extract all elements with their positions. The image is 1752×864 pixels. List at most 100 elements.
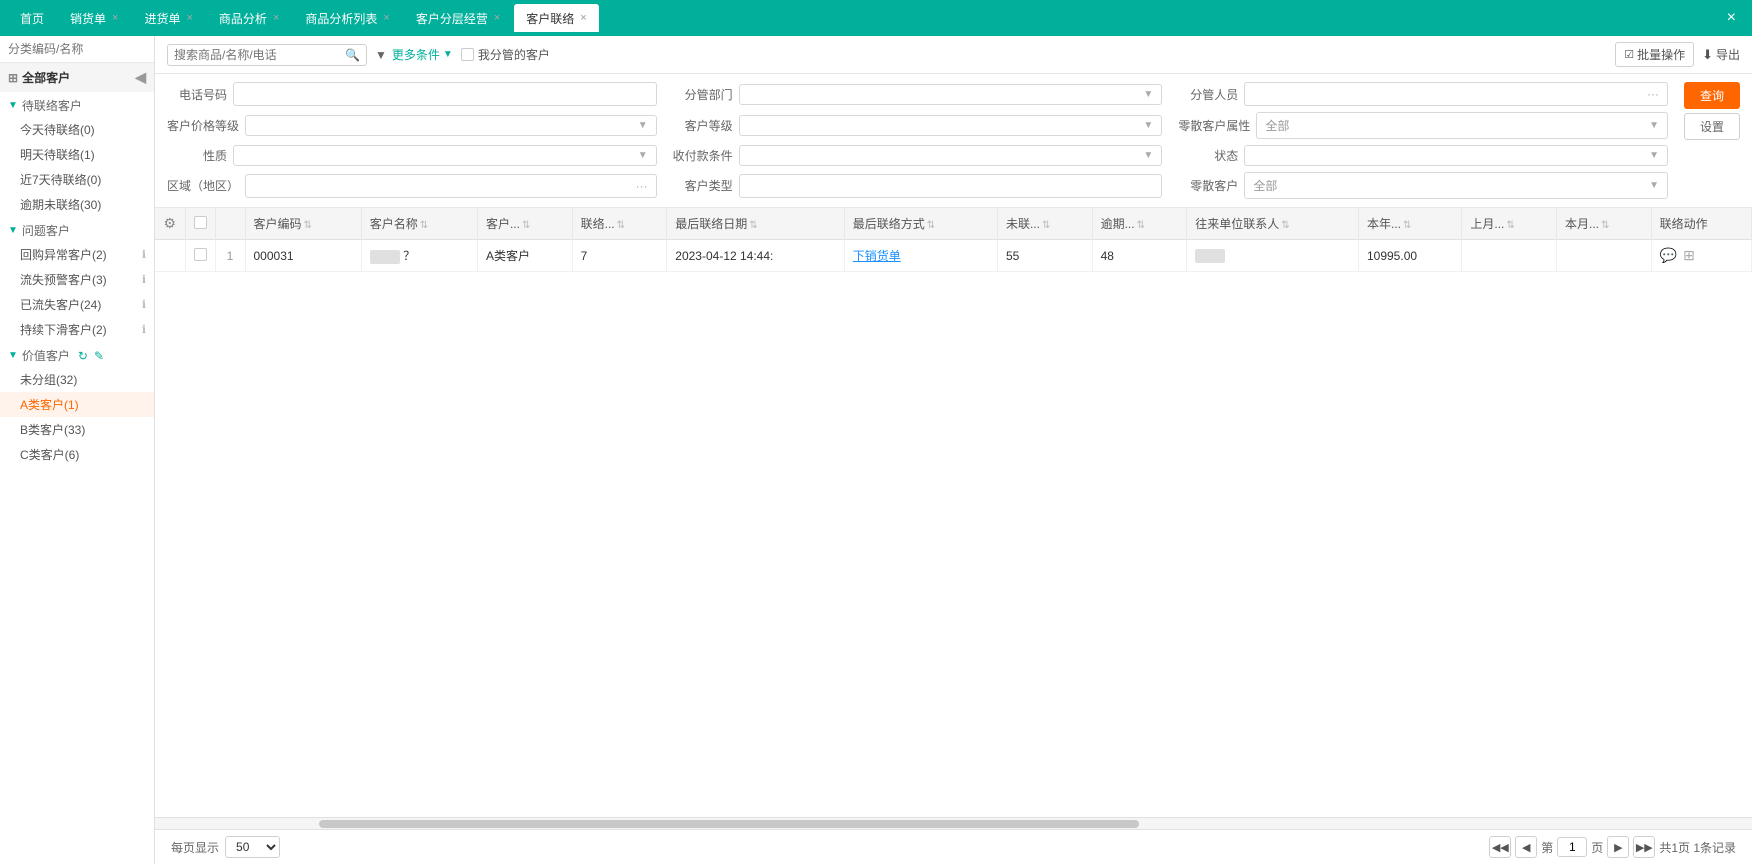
col-sort-last-method[interactable]: ⇅ <box>927 220 935 231</box>
row-checkbox[interactable] <box>194 248 207 261</box>
col-sort-name[interactable]: ⇅ <box>420 220 428 231</box>
export-button[interactable]: ⬇ 导出 <box>1702 46 1740 63</box>
nav-tab-close-customer-contact[interactable]: × <box>580 12 586 24</box>
nav-tab-salesorder[interactable]: 销货单 × <box>58 4 130 32</box>
row-gear-cell <box>155 240 185 272</box>
filter-search-input[interactable] <box>174 48 341 62</box>
col-sort-overdue[interactable]: ⇅ <box>1137 220 1145 231</box>
col-sort-unit-contact[interactable]: ⇅ <box>1281 220 1289 231</box>
gear-settings-icon[interactable]: ⚙ <box>163 215 176 231</box>
row-name-block <box>370 250 400 264</box>
sidebar-item-today[interactable]: 今天待联络(0) <box>0 117 154 142</box>
row-check-cell <box>185 240 215 272</box>
row-action-chat-icon[interactable]: 💬 <box>1660 247 1677 264</box>
filter-my-customers-checkbox[interactable]: 我分管的客户 <box>461 46 550 63</box>
filter-select-price-level[interactable]: ▼ <box>245 115 657 136</box>
filter-input-person[interactable]: ··· <box>1244 82 1668 106</box>
my-customers-label: 我分管的客户 <box>478 46 550 63</box>
sidebar-section-pending-label: 待联络客户 <box>22 97 82 114</box>
sidebar-search-input[interactable] <box>8 42 155 56</box>
col-sort-last-month[interactable]: ⇅ <box>1506 220 1514 231</box>
filter-input-region[interactable]: ··· <box>245 174 657 198</box>
filter-select-payment[interactable]: ▼ <box>739 145 1163 166</box>
pagination-prev-button[interactable]: ◀ <box>1515 836 1537 858</box>
filter-field-region: 区域（地区） ··· <box>167 174 657 198</box>
filter-search-icon[interactable]: 🔍 <box>345 48 360 62</box>
scroll-thumb[interactable] <box>319 820 1139 828</box>
row-action-grid-icon[interactable]: ⊞ <box>1683 247 1695 264</box>
sidebar-item-churn-warning[interactable]: 流失预警客户(3) ℹ <box>0 267 154 292</box>
row-type: A类客户 <box>486 249 530 263</box>
filter-field-payment: 收付款条件 ▼ <box>673 145 1163 166</box>
col-sort-this-month[interactable]: ⇅ <box>1601 220 1609 231</box>
col-sort-this-year[interactable]: ⇅ <box>1403 220 1411 231</box>
filter-select-dept[interactable]: ▼ <box>739 84 1163 105</box>
sidebar-item-churned[interactable]: 已流失客户(24) ℹ <box>0 292 154 317</box>
row-this-month-cell <box>1557 240 1652 272</box>
nav-tab-purchaseorder[interactable]: 进货单 × <box>132 4 204 32</box>
sidebar-value-edit-icon[interactable]: ✎ <box>94 349 104 363</box>
horizontal-scrollbar[interactable] <box>155 817 1752 829</box>
pagination-first-button[interactable]: ◀◀ <box>1489 836 1511 858</box>
query-button[interactable]: 查询 <box>1684 82 1740 109</box>
filter-select-retail[interactable]: 全部 ▼ <box>1244 172 1668 199</box>
sidebar-item-overdue-contact[interactable]: 逾期未联络(30) <box>0 192 154 217</box>
per-page-select[interactable]: 50 100 200 <box>225 836 280 858</box>
nav-tab-analysis[interactable]: 商品分析 × <box>207 4 291 32</box>
sidebar-item-repurchase-abnormal[interactable]: 回购异常客户(2) ℹ <box>0 242 154 267</box>
filter-select-status[interactable]: ▼ <box>1244 145 1668 166</box>
filter-right-actions: ☑ 批量操作 ⬇ 导出 <box>1615 42 1740 67</box>
sidebar-item-7days[interactable]: 近7天待联络(0) <box>0 167 154 192</box>
nav-tab-customer-tier[interactable]: 客户分层经营 × <box>404 4 512 32</box>
col-sort-contact[interactable]: ⇅ <box>617 220 625 231</box>
sidebar-item-ungrouped[interactable]: 未分组(32) <box>0 367 154 392</box>
nav-close-all-button[interactable]: × <box>1719 9 1744 27</box>
filter-field-customer-type: 客户类型 <box>673 174 1163 198</box>
col-header-name: 客户名称⇅ <box>361 208 477 240</box>
nav-tab-customer-contact[interactable]: 客户联络 × <box>514 4 598 32</box>
nav-tab-close-analysis[interactable]: × <box>273 12 279 24</box>
col-sort-last-date[interactable]: ⇅ <box>749 220 757 231</box>
sidebar-item-type-c[interactable]: C类客户(6) <box>0 442 154 467</box>
my-customers-check[interactable] <box>461 48 474 61</box>
sidebar-item-info-icon: ℹ <box>142 248 146 261</box>
pagination-next-button[interactable]: ▶ <box>1607 836 1629 858</box>
nav-tab-close-analysis-list[interactable]: × <box>383 12 389 24</box>
col-sort-type[interactable]: ⇅ <box>522 220 530 231</box>
table-select-all-checkbox[interactable] <box>194 216 207 229</box>
filter-label-customer-type: 客户类型 <box>673 177 733 194</box>
page-number-input[interactable] <box>1557 837 1587 857</box>
settings-button[interactable]: 设置 <box>1684 113 1740 140</box>
filter-select-retail-attr[interactable]: 全部 ▼ <box>1256 112 1668 139</box>
row-last-method[interactable]: 下销货单 <box>853 249 901 263</box>
filter-select-nature[interactable]: ▼ <box>233 145 657 166</box>
table-row: 1 000031 ？ A类客户 7 <box>155 240 1752 272</box>
sidebar-item-type-a[interactable]: A类客户(1) <box>0 392 154 417</box>
filter-select-customer-level[interactable]: ▼ <box>739 115 1163 136</box>
col-sort-not-contact[interactable]: ⇅ <box>1042 220 1050 231</box>
table-container: ⚙ 客户编码⇅ 客户名称⇅ 客户...⇅ <box>155 208 1752 817</box>
sidebar-item-declining[interactable]: 持续下滑客户(2) ℹ <box>0 317 154 342</box>
filter-input-customer-type[interactable] <box>739 174 1163 198</box>
filter-field-nature: 性质 ▼ <box>167 145 657 166</box>
nav-tab-close-purchaseorder[interactable]: × <box>186 12 192 24</box>
nav-tab-analysis-list[interactable]: 商品分析列表 × <box>293 4 401 32</box>
sidebar-item-type-b[interactable]: B类客户(33) <box>0 417 154 442</box>
filter-field-phone: 电话号码 <box>167 82 657 106</box>
nav-home[interactable]: 首页 <box>8 4 56 32</box>
filter-more-conditions[interactable]: ▼ 更多条件 ▼ <box>375 46 453 63</box>
sidebar-collapse-button[interactable]: ◀ <box>135 69 146 86</box>
filter-input-phone[interactable] <box>233 82 657 106</box>
sidebar-section-problem-label: 问题客户 <box>22 222 70 239</box>
nav-tab-close-customer-tier[interactable]: × <box>494 12 500 24</box>
col-sort-code[interactable]: ⇅ <box>304 220 312 231</box>
filter-select-pay-arrow: ▼ <box>1143 150 1153 161</box>
batch-ops-button[interactable]: ☑ 批量操作 <box>1615 42 1694 67</box>
pagination-last-button[interactable]: ▶▶ <box>1633 836 1655 858</box>
sidebar-value-refresh-icon[interactable]: ↻ <box>78 349 88 363</box>
batch-checkbox-icon: ☑ <box>1624 48 1634 61</box>
row-last-method-cell: 下销货单 <box>844 240 997 272</box>
nav-tab-close-salesorder[interactable]: × <box>112 12 118 24</box>
customer-table: ⚙ 客户编码⇅ 客户名称⇅ 客户...⇅ <box>155 208 1752 272</box>
sidebar-item-tomorrow[interactable]: 明天待联络(1) <box>0 142 154 167</box>
